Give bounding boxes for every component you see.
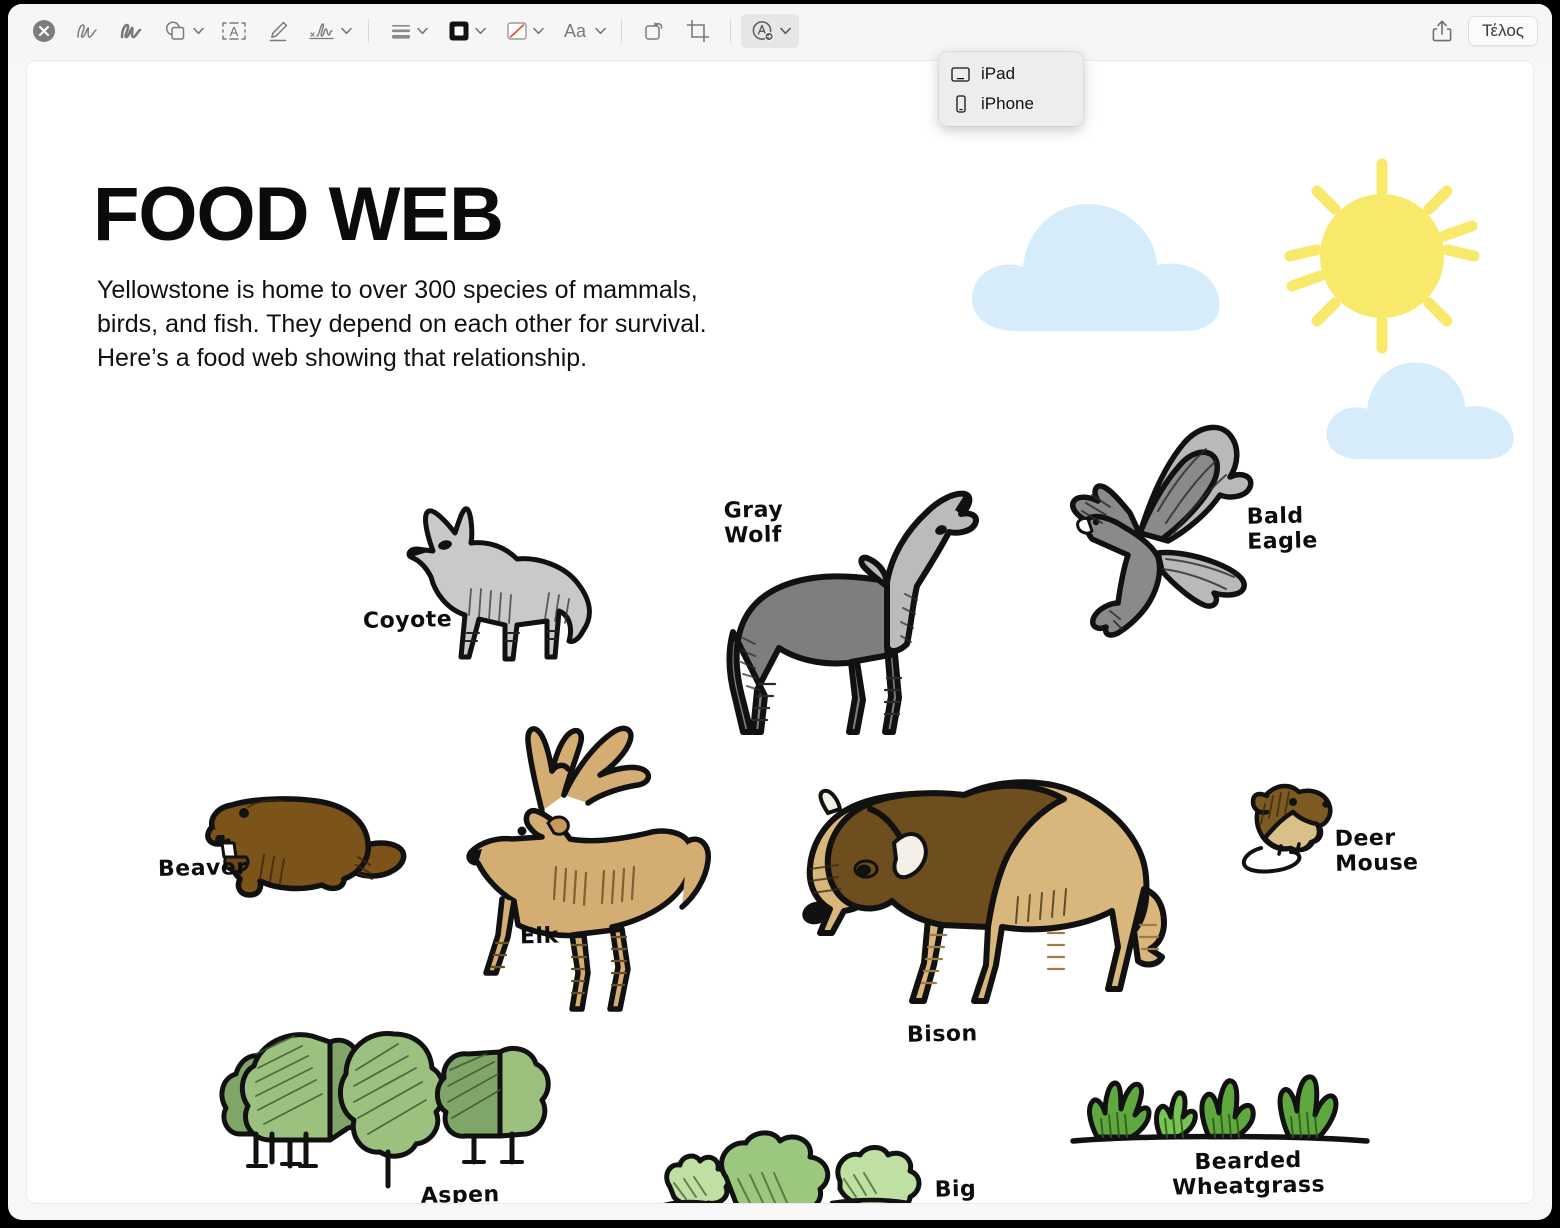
- chevron-down-icon: [779, 27, 791, 35]
- text-box-icon: A: [222, 22, 246, 40]
- bearded-wheatgrass-illustration: [1070, 1074, 1370, 1144]
- menu-item-ipad-label: iPad: [981, 64, 1016, 83]
- cloud-large-icon: [971, 204, 1220, 331]
- share-button[interactable]: [1422, 14, 1462, 48]
- chevron-down-icon: [192, 27, 204, 35]
- aa-icon: Aa: [563, 21, 586, 41]
- border-square-icon: [449, 21, 468, 41]
- big-sage-illustration: [662, 1130, 922, 1203]
- bald-eagle-label: Bald Eagle: [1246, 503, 1319, 555]
- cloud-small-icon: [1326, 362, 1514, 459]
- bison-label: Bison: [906, 1021, 978, 1048]
- iphone-icon: [951, 95, 970, 113]
- beaver-illustration: [205, 796, 407, 898]
- screen: A Aa Τέλος iPad iPhone FOOD WEB Yellowst…: [0, 0, 1560, 1228]
- menu-item-iphone[interactable]: iPhone: [939, 89, 1083, 119]
- signature-tool[interactable]: [300, 14, 358, 48]
- squiggle-thin-icon: [77, 24, 97, 38]
- intro-paragraph: Yellowstone is home to over 300 species …: [97, 276, 707, 372]
- toolbar-separator-2: [621, 19, 622, 43]
- shapes-icon: [165, 21, 184, 40]
- draw-tool[interactable]: [110, 14, 154, 48]
- share-icon: [1432, 20, 1452, 42]
- font-tool[interactable]: Aa: [553, 14, 611, 48]
- gray-wolf-label: Gray Wolf: [723, 497, 784, 549]
- rotate-tool[interactable]: [632, 14, 676, 48]
- aspen-trees-illustration: [219, 1031, 551, 1189]
- highlight-tool[interactable]: [256, 14, 300, 48]
- close-button[interactable]: [22, 14, 66, 48]
- device-menu: iPad iPhone: [939, 52, 1083, 126]
- coyote-label: Coyote: [362, 607, 453, 634]
- menu-item-ipad[interactable]: iPad: [939, 59, 1083, 89]
- chevron-down-icon: [474, 27, 486, 35]
- deer-mouse-label: Deer Mouse: [1334, 825, 1419, 877]
- sketch-tool[interactable]: [66, 14, 110, 48]
- chevron-down-icon: [594, 27, 606, 35]
- beaver-label: Beaver: [157, 855, 248, 882]
- food-web-document: FOOD WEB Yellowstone is home to over 300…: [27, 61, 1533, 1203]
- line-weight-tool[interactable]: [379, 14, 437, 48]
- elk-illustration: [466, 725, 711, 1012]
- squiggle-bold-icon: [120, 23, 142, 39]
- pencil-underline-icon: [269, 21, 288, 42]
- svg-text:A: A: [230, 24, 239, 39]
- page-title: FOOD WEB: [93, 172, 504, 257]
- markup-window: A Aa Τέλος iPad iPhone FOOD WEB Yellowst…: [8, 4, 1552, 1220]
- toolbar-separator-3: [730, 19, 731, 43]
- annotate-device-icon: [752, 21, 774, 42]
- rotate-icon: [645, 22, 663, 40]
- done-button[interactable]: Τέλος: [1468, 16, 1538, 46]
- markup-toolbar: A Aa Τέλος: [8, 4, 1552, 58]
- crop-icon: [686, 19, 710, 43]
- bison-illustration: [802, 779, 1167, 1004]
- document-canvas[interactable]: FOOD WEB Yellowstone is home to over 300…: [26, 60, 1534, 1204]
- bearded-wheatgrass-label: Bearded Wheatgrass: [1172, 1147, 1326, 1201]
- chevron-down-icon: [340, 27, 352, 35]
- annotate-device-tool[interactable]: [741, 14, 799, 48]
- ipad-icon: [951, 66, 970, 82]
- border-color-tool[interactable]: [437, 14, 495, 48]
- aspen-trees-label: Aspen Trees: [420, 1182, 500, 1204]
- toolbar-separator: [368, 19, 369, 43]
- chevron-down-icon: [532, 27, 544, 35]
- line-weight-icon: [391, 25, 410, 39]
- big-sage-label: Big Sage: [934, 1176, 998, 1203]
- shapes-tool[interactable]: [154, 14, 212, 48]
- coyote-illustration: [406, 506, 592, 662]
- crop-tool[interactable]: [676, 14, 720, 48]
- svg-text:Aa: Aa: [563, 21, 586, 41]
- fill-none-icon: [506, 22, 527, 40]
- bald-eagle-illustration: [1070, 424, 1254, 638]
- chevron-down-icon: [416, 27, 428, 35]
- fill-color-tool[interactable]: [495, 14, 553, 48]
- menu-item-iphone-label: iPhone: [981, 94, 1034, 113]
- signature-icon: [308, 23, 334, 40]
- text-tool[interactable]: A: [212, 14, 256, 48]
- elk-label: Elk: [519, 923, 559, 950]
